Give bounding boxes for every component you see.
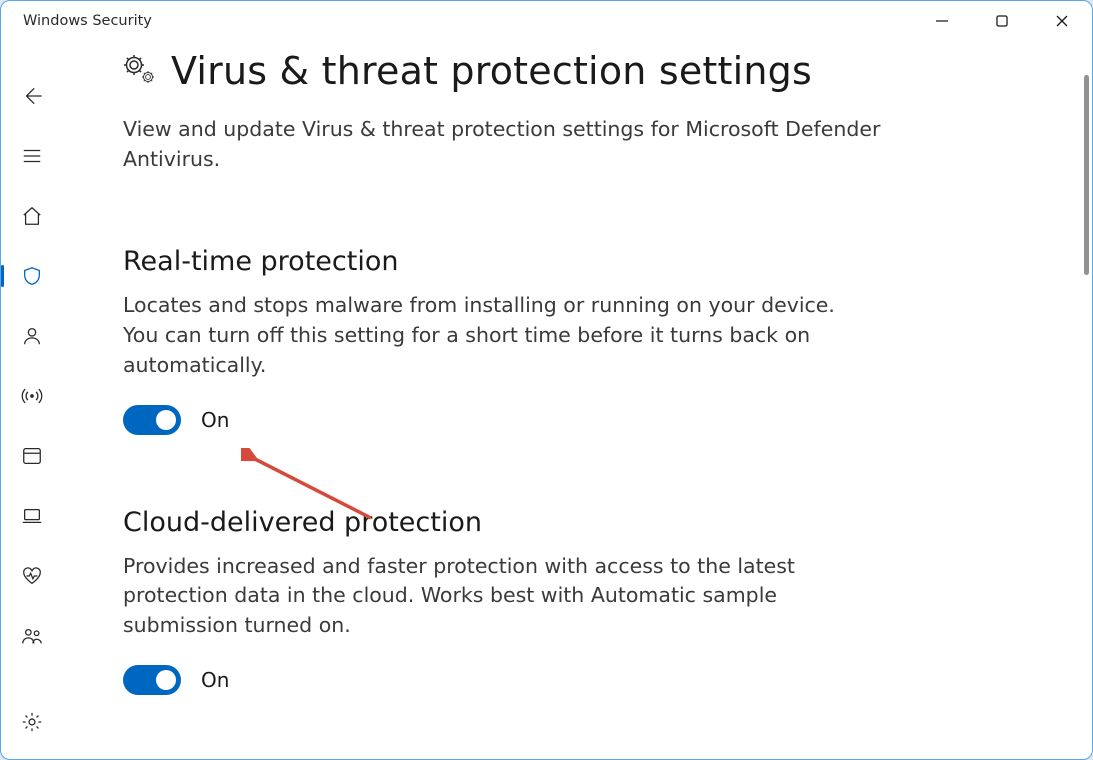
minimize-button[interactable] [912, 1, 972, 41]
realtime-heading: Real-time protection [123, 246, 1052, 277]
scrollbar-thumb[interactable] [1084, 75, 1089, 275]
nav-account-protection[interactable] [1, 311, 63, 361]
nav-virus-protection[interactable] [1, 251, 63, 301]
nav-back[interactable] [1, 71, 63, 121]
hamburger-icon [21, 145, 43, 167]
page-content: Virus & threat protection settings View … [63, 41, 1092, 759]
nav-app-browser-control[interactable] [1, 431, 63, 481]
person-icon [21, 325, 43, 347]
cloud-toggle[interactable] [123, 665, 181, 695]
cloud-heading: Cloud-delivered protection [123, 507, 1052, 538]
realtime-toggle-row: On [123, 405, 1052, 435]
maximize-icon [995, 14, 1009, 28]
heart-rate-icon [21, 565, 43, 587]
content-wrap: Virus & threat protection settings View … [63, 41, 1092, 759]
window-controls [912, 1, 1092, 41]
window-frame: Windows Security [0, 0, 1093, 760]
scrollbar[interactable] [1084, 75, 1089, 753]
laptop-icon [21, 505, 43, 527]
window-body: Virus & threat protection settings View … [1, 41, 1092, 759]
realtime-toggle-label: On [201, 408, 229, 432]
cloud-description: Provides increased and faster protection… [123, 552, 863, 641]
cloud-toggle-label: On [201, 668, 229, 692]
titlebar: Windows Security [1, 1, 1092, 41]
home-icon [21, 205, 43, 227]
section-cloud-protection: Cloud-delivered protection Provides incr… [123, 507, 1052, 695]
nav-device-security[interactable] [1, 491, 63, 541]
family-icon [21, 625, 43, 647]
sidebar [1, 41, 63, 759]
realtime-toggle[interactable] [123, 405, 181, 435]
page-title: Virus & threat protection settings [171, 49, 812, 93]
gear-icon [21, 711, 43, 733]
close-button[interactable] [1032, 1, 1092, 41]
shield-icon [21, 265, 43, 287]
nav-menu[interactable] [1, 131, 63, 181]
gears-icon [123, 54, 157, 88]
close-icon [1055, 14, 1069, 28]
app-window-icon [21, 445, 43, 467]
nav-firewall[interactable] [1, 371, 63, 421]
window-title: Windows Security [23, 13, 152, 29]
nav-home[interactable] [1, 191, 63, 241]
minimize-icon [935, 14, 949, 28]
nav-family-options[interactable] [1, 611, 63, 661]
section-realtime-protection: Real-time protection Locates and stops m… [123, 246, 1052, 434]
back-arrow-icon [21, 85, 43, 107]
cloud-toggle-row: On [123, 665, 1052, 695]
page-subtitle: View and update Virus & threat protectio… [123, 115, 883, 174]
antenna-icon [21, 385, 43, 407]
nav-settings[interactable] [1, 697, 63, 747]
realtime-description: Locates and stops malware from installin… [123, 291, 863, 380]
maximize-button[interactable] [972, 1, 1032, 41]
nav-device-performance[interactable] [1, 551, 63, 601]
page-header: Virus & threat protection settings [123, 49, 1052, 93]
